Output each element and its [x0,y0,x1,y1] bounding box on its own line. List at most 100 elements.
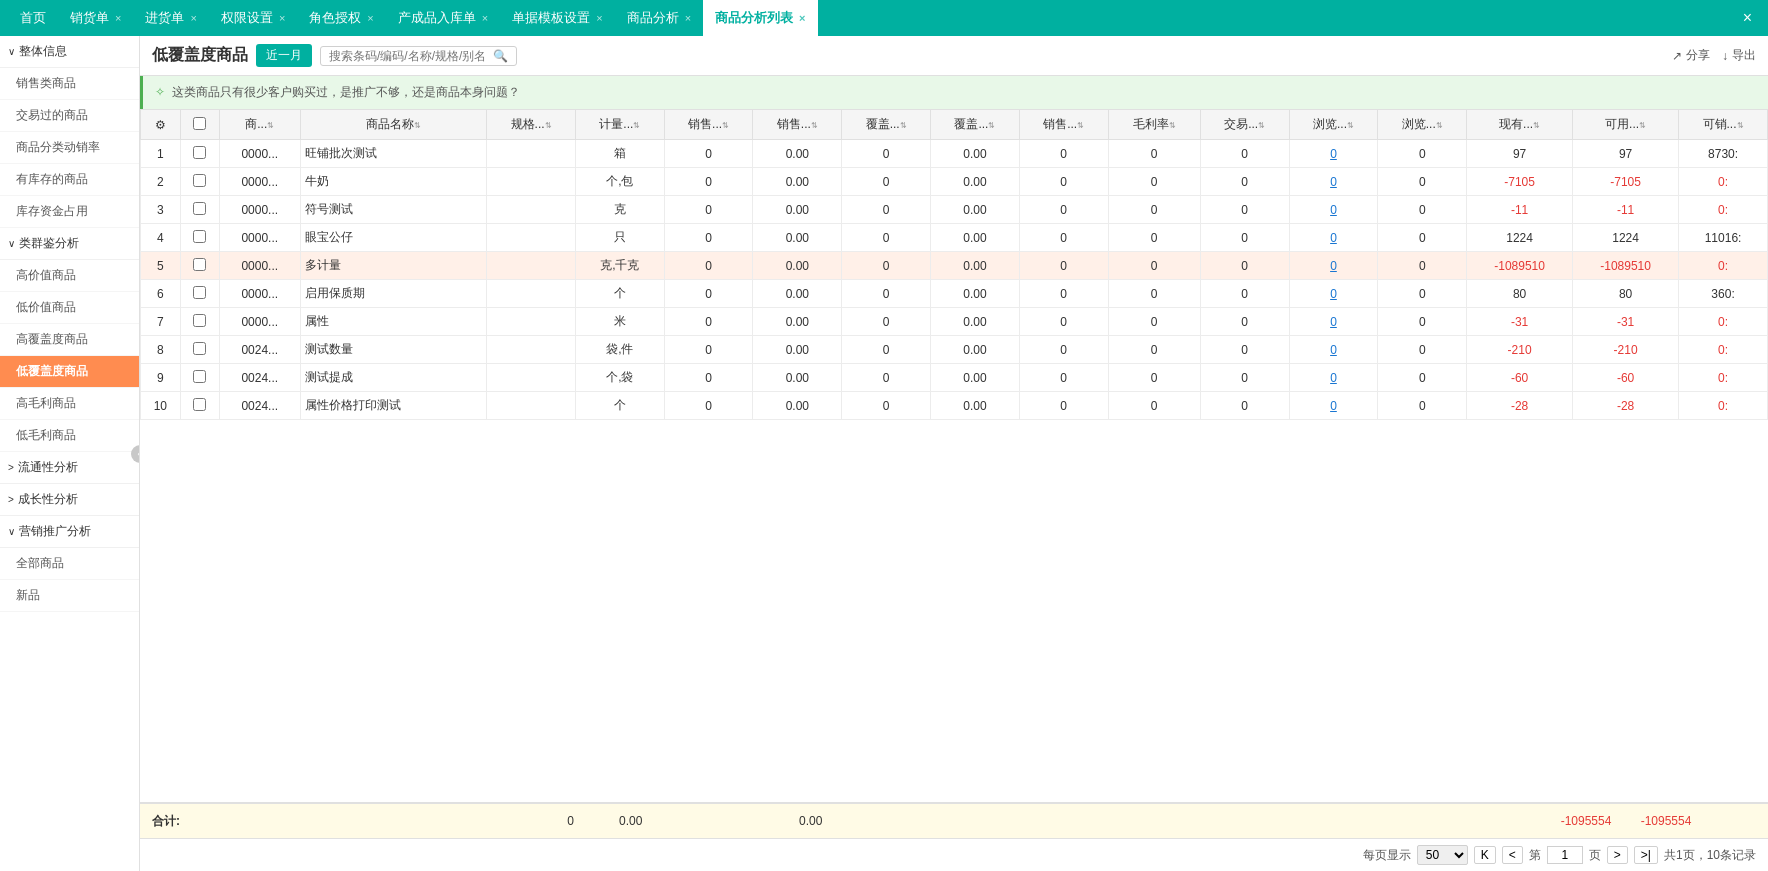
cell-browse1[interactable]: 0 [1289,196,1378,224]
col-header-cover1[interactable]: 覆盖... ⇅ [842,110,931,140]
nav-item-权限设置[interactable]: 权限设置× [209,0,297,36]
cell-checkbox[interactable] [180,364,219,392]
cell-checkbox[interactable] [180,140,219,168]
row-checkbox[interactable] [193,258,206,271]
col-header-sales_qty[interactable]: 销售... ⇅ [664,110,753,140]
nav-item-角色授权[interactable]: 角色授权× [297,0,385,36]
row-checkbox[interactable] [193,398,206,411]
col-header-trade[interactable]: 交易... ⇅ [1200,110,1289,140]
cell-checkbox[interactable] [180,280,219,308]
export-button[interactable]: ↓ 导出 [1722,47,1756,64]
col-header-sellable[interactable]: 可销... ⇅ [1679,110,1768,140]
cell-checkbox[interactable] [180,224,219,252]
row-checkbox[interactable] [193,286,206,299]
row-checkbox[interactable] [193,174,206,187]
sidebar-item-有库存的商品[interactable]: 有库存的商品 [0,164,139,196]
row-checkbox[interactable] [193,342,206,355]
nav-item-商品分析列表[interactable]: 商品分析列表× [703,0,817,36]
browse-link[interactable]: 0 [1330,175,1337,189]
col-header-available[interactable]: 可用... ⇅ [1573,110,1679,140]
cell-checkbox[interactable] [180,168,219,196]
sidebar-item-低价值商品[interactable]: 低价值商品 [0,292,139,324]
row-checkbox[interactable] [193,230,206,243]
sidebar-item-销售类商品[interactable]: 销售类商品 [0,68,139,100]
nav-item-单据模板设置[interactable]: 单据模板设置× [500,0,614,36]
row-checkbox[interactable] [193,370,206,383]
browse-link[interactable]: 0 [1330,147,1337,161]
page-number-input[interactable] [1547,846,1583,864]
browse-link[interactable]: 0 [1330,315,1337,329]
period-button[interactable]: 近一月 [256,44,312,67]
browse-link[interactable]: 0 [1330,231,1337,245]
data-table-wrapper[interactable]: ⚙商... ⇅商品名称 ⇅规格... ⇅计量... ⇅销售... ⇅销售... … [140,109,1768,802]
sidebar-item-新品[interactable]: 新品 [0,580,139,612]
share-button[interactable]: ↗ 分享 [1672,47,1710,64]
window-close-btn[interactable]: × [1735,9,1760,27]
sidebar-item-商品分类动销率[interactable]: 商品分类动销率 [0,132,139,164]
nav-close-icon[interactable]: × [367,12,373,24]
sidebar-item-交易过的商品[interactable]: 交易过的商品 [0,100,139,132]
settings-icon[interactable]: ⚙ [155,118,166,132]
sidebar-section-流通性分析[interactable]: >流通性分析 [0,452,139,484]
col-header-sales2[interactable]: 销售... ⇅ [1019,110,1108,140]
browse-link[interactable]: 0 [1330,399,1337,413]
sidebar-item-低毛利商品[interactable]: 低毛利商品 [0,420,139,452]
nav-close-icon[interactable]: × [115,12,121,24]
sidebar-section-营销推广分析[interactable]: ∨营销推广分析 [0,516,139,548]
cell-browse1[interactable]: 0 [1289,364,1378,392]
sidebar-item-高价值商品[interactable]: 高价值商品 [0,260,139,292]
browse-link[interactable]: 0 [1330,287,1337,301]
search-input[interactable] [329,49,489,63]
cell-browse1[interactable]: 0 [1289,252,1378,280]
sidebar-section-整体信息[interactable]: ∨整体信息 [0,36,139,68]
col-header-current[interactable]: 现有... ⇅ [1467,110,1573,140]
col-header-cover2[interactable]: 覆盖... ⇅ [931,110,1020,140]
col-header-name[interactable]: 商品名称 ⇅ [300,110,486,140]
nav-close-icon[interactable]: × [799,12,805,24]
cell-checkbox[interactable] [180,308,219,336]
browse-link[interactable]: 0 [1330,343,1337,357]
last-page-btn[interactable]: >| [1634,846,1658,864]
cell-browse1[interactable]: 0 [1289,392,1378,420]
row-checkbox[interactable] [193,202,206,215]
cell-checkbox[interactable] [180,196,219,224]
browse-link[interactable]: 0 [1330,371,1337,385]
nav-item-销货单[interactable]: 销货单× [58,0,133,36]
nav-close-icon[interactable]: × [596,12,602,24]
page-size-select[interactable]: 2050100 [1417,845,1468,865]
cell-browse1[interactable]: 0 [1289,308,1378,336]
col-header-unit[interactable]: 计量... ⇅ [575,110,664,140]
sidebar-item-高覆盖度商品[interactable]: 高覆盖度商品 [0,324,139,356]
nav-close-icon[interactable]: × [279,12,285,24]
sidebar-section-类群鉴分析[interactable]: ∨类群鉴分析 [0,228,139,260]
cell-checkbox[interactable] [180,392,219,420]
col-header-browse2[interactable]: 浏览... ⇅ [1378,110,1467,140]
nav-item-首页[interactable]: 首页 [8,0,58,36]
sidebar-item-全部商品[interactable]: 全部商品 [0,548,139,580]
cell-browse1[interactable]: 0 [1289,168,1378,196]
cell-checkbox[interactable] [180,336,219,364]
cell-browse1[interactable]: 0 [1289,224,1378,252]
cell-browse1[interactable]: 0 [1289,280,1378,308]
cell-checkbox[interactable] [180,252,219,280]
search-icon[interactable]: 🔍 [493,49,508,63]
nav-close-icon[interactable]: × [190,12,196,24]
nav-close-icon[interactable]: × [482,12,488,24]
nav-item-商品分析[interactable]: 商品分析× [615,0,703,36]
sidebar-item-高毛利商品[interactable]: 高毛利商品 [0,388,139,420]
select-all-checkbox[interactable] [193,117,206,130]
first-page-btn[interactable]: K [1474,846,1496,864]
sidebar-section-成长性分析[interactable]: >成长性分析 [0,484,139,516]
sidebar-item-低覆盖度商品[interactable]: 低覆盖度商品 [0,356,139,388]
col-header-gross[interactable]: 毛利率 ⇅ [1108,110,1200,140]
cell-browse1[interactable]: 0 [1289,140,1378,168]
nav-item-进货单[interactable]: 进货单× [133,0,208,36]
nav-item-产成品入库单[interactable]: 产成品入库单× [386,0,500,36]
browse-link[interactable]: 0 [1330,203,1337,217]
col-header-spec[interactable]: 规格... ⇅ [487,110,576,140]
sidebar-item-库存资金占用[interactable]: 库存资金占用 [0,196,139,228]
next-page-btn[interactable]: > [1607,846,1628,864]
col-header-code[interactable]: 商... ⇅ [219,110,300,140]
row-checkbox[interactable] [193,314,206,327]
row-checkbox[interactable] [193,146,206,159]
